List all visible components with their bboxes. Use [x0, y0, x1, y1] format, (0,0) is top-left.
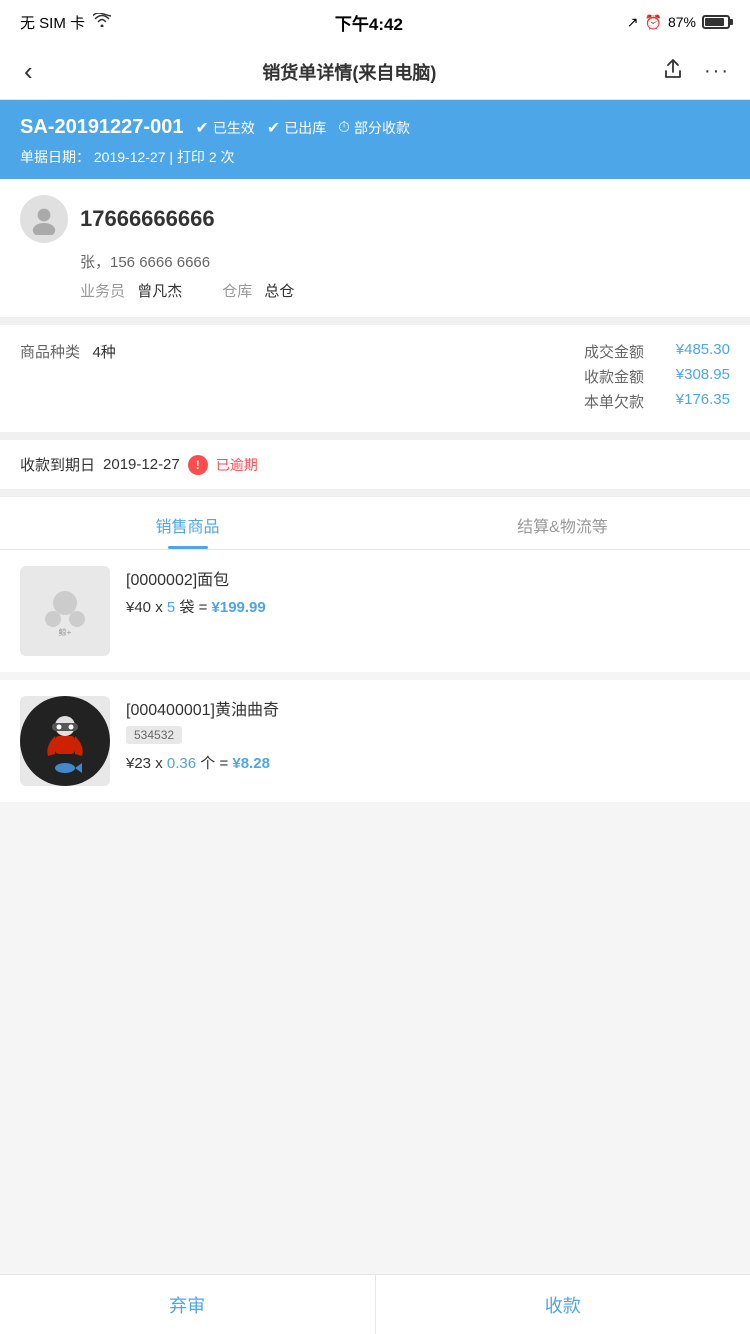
- carrier-label: 无 SIM 卡: [20, 12, 85, 33]
- product-price-row-2: ¥23 x 0.36 个 = ¥8.28: [126, 752, 730, 773]
- wifi-icon: [93, 13, 111, 31]
- customer-row: 17666666666: [20, 195, 730, 243]
- share-button[interactable]: [662, 58, 684, 85]
- customer-phone: 17666666666: [80, 206, 215, 232]
- check-icon-2: ✔: [267, 118, 280, 138]
- status-left: 无 SIM 卡: [20, 12, 111, 33]
- summary-section: 商品种类 4种 成交金额 ¥485.30 收款金额 ¥308.95 本单欠款 ¥…: [0, 325, 750, 440]
- due-label: 收款到期日: [20, 454, 95, 475]
- nav-title: 销货单详情(来自电脑): [262, 59, 436, 85]
- product-card-2: [000400001]黄油曲奇 534532 ¥23 x 0.36 个 = ¥8…: [0, 680, 750, 802]
- header-order-row: SA-20191227-001 ✔ 已生效 ✔ 已出库 ⏱ 部分收款: [20, 116, 730, 139]
- header-meta: 单据日期： 2019-12-27 | 打印 2 次: [20, 147, 730, 167]
- status-partial: ⏱ 部分收款: [338, 118, 410, 138]
- order-id: SA-20191227-001: [20, 116, 183, 139]
- due-section: 收款到期日 2019-12-27 ! 已逾期: [0, 440, 750, 497]
- tabs-section: 销售商品 结算&物流等: [0, 497, 750, 550]
- tab-sales-goods[interactable]: 销售商品: [0, 497, 375, 549]
- due-date: 2019-12-27: [103, 456, 180, 473]
- product-image-1: 鲸+: [20, 566, 110, 656]
- status-effective: ✔ 已生效: [195, 118, 254, 138]
- nav-bar: ‹ 销货单详情(来自电脑) ···: [0, 44, 750, 100]
- overdue-icon: !: [188, 455, 208, 475]
- header-banner: SA-20191227-001 ✔ 已生效 ✔ 已出库 ⏱ 部分收款 单据日期：…: [0, 100, 750, 179]
- tab-settlement[interactable]: 结算&物流等: [375, 497, 750, 549]
- status-time: 下午4:42: [335, 10, 403, 35]
- warehouse-section: 仓库 总仓: [222, 280, 294, 301]
- salesperson-section: 业务员 曾凡杰: [80, 280, 182, 301]
- summary-owed: 本单欠款 ¥176.35: [584, 391, 730, 412]
- product-info-1: [0000002]面包 ¥40 x 5 袋 = ¥199.99: [126, 566, 730, 617]
- summary-received: 收款金额 ¥308.95: [584, 366, 730, 387]
- svg-text:鲸+: 鲸+: [59, 627, 72, 637]
- check-icon-1: ✔: [195, 118, 208, 138]
- summary-right: 成交金额 ¥485.30 收款金额 ¥308.95 本单欠款 ¥176.35: [584, 341, 730, 416]
- product-price-row-1: ¥40 x 5 袋 = ¥199.99: [126, 596, 730, 617]
- product-card: 鲸+ [0000002]面包 ¥40 x 5 袋 = ¥199.99: [0, 550, 750, 672]
- confirm-button[interactable]: 收款: [376, 1275, 750, 1334]
- nav-actions: ···: [662, 58, 730, 85]
- cancel-button[interactable]: 弃审: [0, 1275, 376, 1334]
- location-icon: ↗: [627, 14, 639, 31]
- customer-name-phone: 张，156 6666 6666: [80, 251, 730, 272]
- product-name-1: [0000002]面包: [126, 566, 730, 590]
- clock-icon: ⏱: [338, 119, 350, 136]
- back-button[interactable]: ‹: [20, 56, 37, 87]
- overdue-text: 已逾期: [216, 455, 258, 475]
- summary-deal: 成交金额 ¥485.30: [584, 341, 730, 362]
- summary-row: 商品种类 4种 成交金额 ¥485.30 收款金额 ¥308.95 本单欠款 ¥…: [20, 341, 730, 416]
- product-image-2: [20, 696, 110, 786]
- battery-percent: 87%: [668, 14, 696, 30]
- products-section: 鲸+ [0000002]面包 ¥40 x 5 袋 = ¥199.99: [0, 550, 750, 802]
- customer-avatar: [20, 195, 68, 243]
- more-button[interactable]: ···: [704, 60, 730, 83]
- product-info-2: [000400001]黄油曲奇 534532 ¥23 x 0.36 个 = ¥8…: [126, 696, 730, 773]
- customer-detail-row: 业务员 曾凡杰 仓库 总仓: [80, 280, 730, 301]
- customer-section: 17666666666 张，156 6666 6666 业务员 曾凡杰 仓库 总…: [0, 179, 750, 325]
- alarm-icon: ⏰: [645, 14, 662, 31]
- product-name-2: [000400001]黄油曲奇: [126, 696, 730, 720]
- battery-icon: [702, 15, 730, 29]
- summary-left: 商品种类 4种: [20, 341, 116, 362]
- status-right: ↗ ⏰ 87%: [627, 14, 730, 31]
- product-sku-2: 534532: [126, 726, 182, 744]
- tabs-row: 销售商品 结算&物流等: [0, 497, 750, 549]
- status-shipped: ✔ 已出库: [267, 118, 326, 138]
- status-bar: 无 SIM 卡 下午4:42 ↗ ⏰ 87%: [0, 0, 750, 44]
- bottom-bar: 弃审 收款: [0, 1274, 750, 1334]
